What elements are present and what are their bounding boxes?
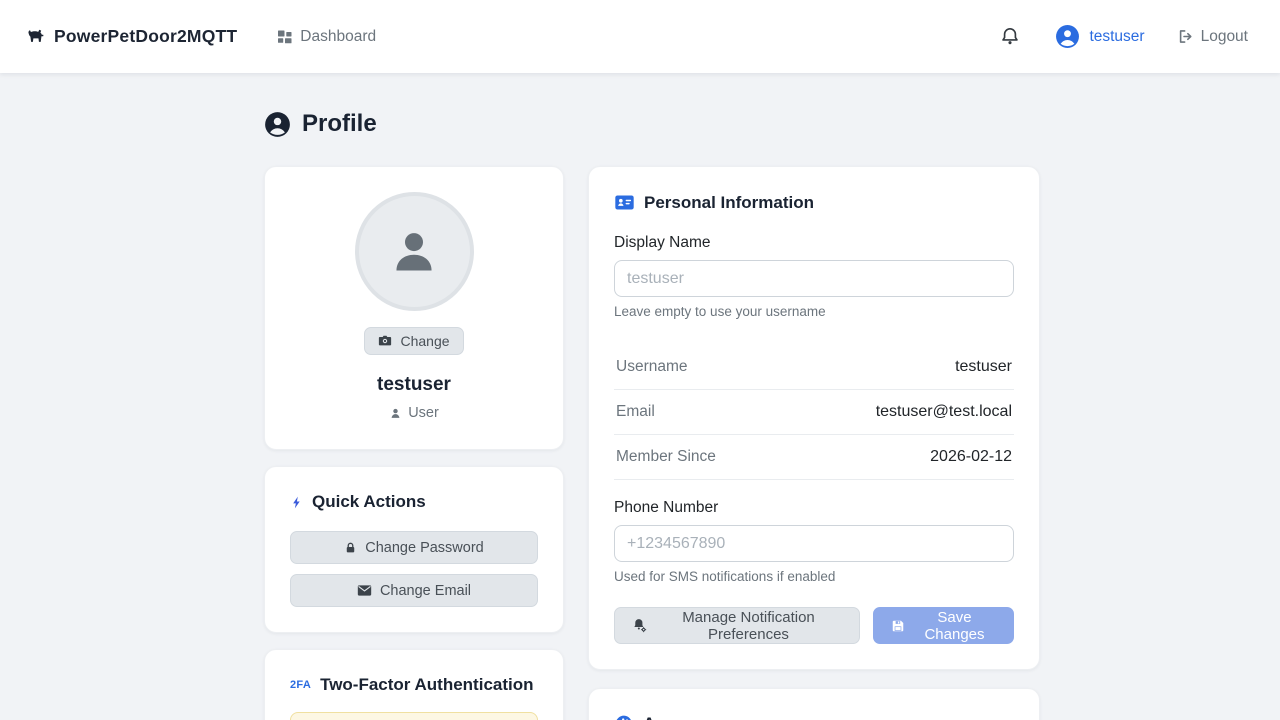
quick-actions-title: Quick Actions [312, 492, 426, 511]
person-icon [391, 408, 400, 418]
left-column: Change testuser User Quick Actions Chang… [264, 166, 564, 720]
page-title-text: Profile [302, 110, 377, 137]
avatar [354, 192, 474, 311]
brand-title: PowerPetDoor2MQTT [54, 26, 238, 46]
bolt-icon [293, 496, 300, 508]
display-name-label: Display Name [614, 234, 711, 251]
right-column: Personal Information Display Name Leave … [588, 166, 1040, 720]
navbar: PowerPetDoor2MQTT Dashboard testuser Log… [0, 0, 1280, 73]
notifications-bell-button[interactable] [995, 22, 1025, 52]
lock-icon [347, 542, 355, 552]
appearance-card: Appearance [588, 688, 1040, 720]
profile-icon [265, 111, 290, 137]
appearance-title: Appearance [643, 714, 740, 720]
info-rows: Username testuser Email testuser@test.lo… [614, 345, 1014, 480]
two-factor-card: 2FA Two-Factor Authentication [264, 649, 564, 720]
save-changes-label: Save Changes [924, 608, 985, 643]
email-row: Email testuser@test.local [614, 390, 1014, 435]
logout-icon [1179, 30, 1192, 43]
manage-notifications-label: Manage Notification Preferences [682, 608, 815, 643]
phone-label: Phone Number [614, 499, 719, 516]
id-card-icon [615, 195, 634, 210]
page-title: Profile [264, 110, 1040, 138]
summary-role: User [289, 405, 539, 421]
quick-actions-card: Quick Actions Change Password Change Ema… [264, 466, 564, 633]
profile-summary-card: Change testuser User [264, 166, 564, 450]
personal-info-card: Personal Information Display Name Leave … [588, 166, 1040, 670]
change-email-button[interactable]: Change Email [290, 574, 538, 607]
quick-actions-heading: Quick Actions [290, 492, 538, 512]
change-avatar-button[interactable]: Change [364, 327, 464, 355]
logout-link[interactable]: Logout [1177, 28, 1248, 46]
user-circle-icon [1056, 25, 1080, 48]
grid-icon [278, 30, 292, 43]
phone-input[interactable] [614, 525, 1014, 562]
phone-help: Used for SMS notifications if enabled [614, 569, 836, 584]
change-password-label: Change Password [365, 539, 484, 556]
bell-gear-icon [634, 619, 647, 633]
change-password-button[interactable]: Change Password [290, 531, 538, 564]
username-row-value: testuser [955, 358, 1012, 375]
personal-info-actions: Manage Notification Preferences Save Cha… [614, 607, 1014, 644]
envelope-icon [357, 585, 372, 596]
nav-dashboard-label: Dashboard [300, 27, 377, 45]
email-row-label: Email [616, 403, 655, 420]
member-since-row-label: Member Since [616, 448, 716, 465]
main-content: Profile Change testuser User Quick Actio… [264, 73, 1040, 720]
change-email-label: Change Email [379, 582, 472, 599]
navbar-username: testuser [1089, 27, 1145, 45]
change-avatar-label: Change [400, 333, 450, 349]
dog-icon [28, 29, 44, 42]
nav-dashboard[interactable]: Dashboard [277, 28, 376, 46]
phone-block: Phone Number Used for SMS notifications … [614, 499, 1014, 584]
summary-username: testuser [377, 374, 451, 395]
member-since-row: Member Since 2026-02-12 [614, 435, 1014, 480]
logout-label: Logout [1200, 27, 1248, 45]
two-factor-heading: 2FA Two-Factor Authentication [290, 675, 538, 695]
manage-notifications-button[interactable]: Manage Notification Preferences [614, 607, 860, 644]
bell-icon [1002, 27, 1019, 44]
username-row-label: Username [616, 358, 688, 375]
user-menu[interactable]: testuser [1055, 24, 1145, 49]
member-since-row-value: 2026-02-12 [930, 448, 1012, 465]
2fa-icon: 2FA [290, 679, 312, 691]
save-floppy-icon [892, 620, 904, 631]
palette-icon [616, 715, 631, 720]
two-factor-warning-alert [290, 712, 538, 720]
username-row: Username testuser [614, 345, 1014, 390]
email-row-value: testuser@test.local [875, 403, 1012, 420]
personal-info-title: Personal Information [644, 192, 815, 212]
two-factor-title: Two-Factor Authentication [320, 675, 534, 694]
save-changes-button[interactable]: Save Changes [872, 607, 1014, 644]
display-name-help: Leave empty to use your username [614, 304, 826, 319]
summary-role-label: User [408, 405, 439, 421]
brand[interactable]: PowerPetDoor2MQTT [26, 26, 237, 47]
appearance-heading: Appearance [614, 714, 1014, 720]
display-name-input[interactable] [614, 260, 1014, 297]
personal-info-heading: Personal Information [614, 192, 1014, 213]
avatar-user-icon [396, 232, 432, 270]
camera-icon [379, 335, 392, 346]
